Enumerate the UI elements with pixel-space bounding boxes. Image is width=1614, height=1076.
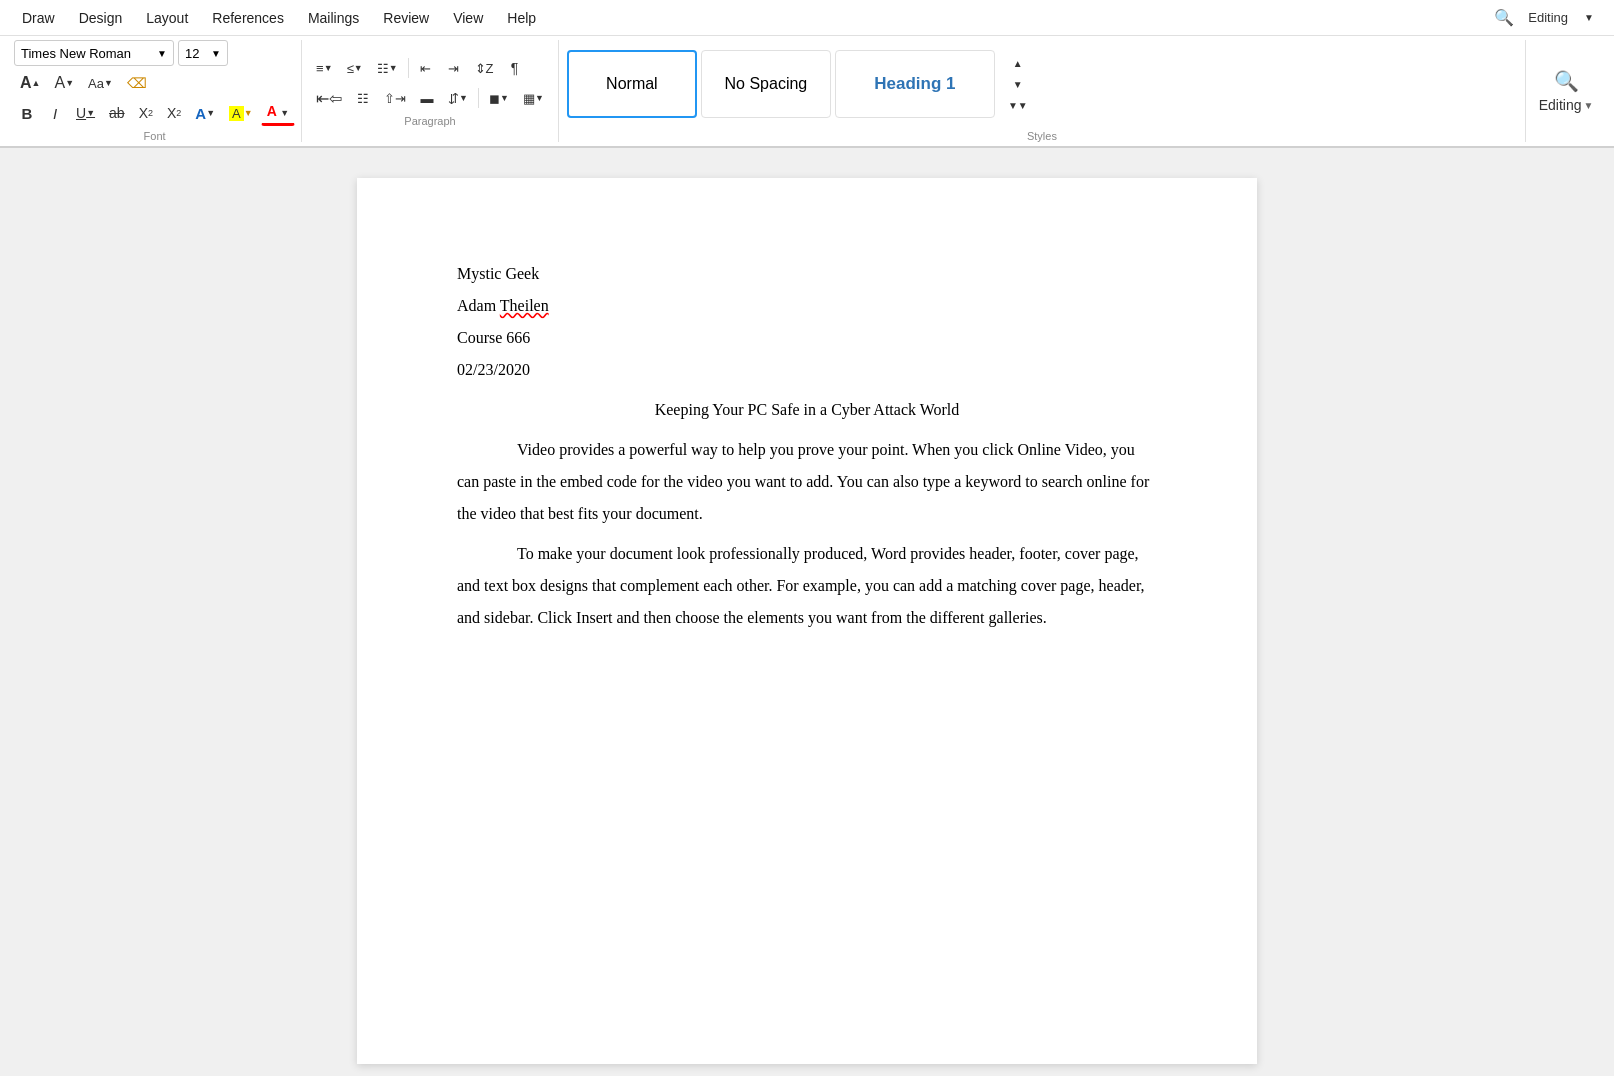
font-family-arrow: ▼ [157, 48, 167, 59]
menu-bar: Draw Design Layout References Mailings R… [0, 0, 1614, 36]
menu-view[interactable]: View [443, 6, 493, 30]
italic-button[interactable]: I [42, 100, 68, 126]
document-area: Mystic Geek Adam Theilen Course 666 02/2… [0, 148, 1614, 1076]
styles-group-label: Styles [567, 130, 1517, 142]
menu-design[interactable]: Design [69, 6, 133, 30]
highlight-color-button[interactable]: A ▼ [223, 100, 259, 126]
strikethrough-button[interactable]: ab [103, 100, 131, 126]
font-size-increase-btn[interactable]: A▲ [14, 70, 46, 96]
menu-draw[interactable]: Draw [12, 6, 65, 30]
search-button[interactable]: 🔍 [1488, 5, 1520, 31]
borders-btn[interactable]: ▦ ▼ [517, 85, 550, 111]
editing-toolbar-label[interactable]: Editing ▼ [1539, 97, 1594, 113]
increase-indent-btn[interactable]: ⇥ [441, 55, 467, 81]
unordered-list-btn[interactable]: ≡ ▼ [310, 55, 339, 81]
multilevel-list-btn[interactable]: ☷ ▼ [371, 55, 404, 81]
editing-dropdown[interactable]: ▼ [1576, 5, 1602, 31]
menu-mailings[interactable]: Mailings [298, 6, 369, 30]
author-line: Mystic Geek [457, 258, 1157, 290]
shading-btn[interactable]: ◼ ▼ [483, 85, 515, 111]
font-family-selector[interactable]: Times New Roman ▼ [14, 40, 174, 66]
ordered-list-btn[interactable]: ≤ ▼ [341, 55, 369, 81]
style-normal-label: Normal [606, 75, 658, 93]
subscript-button[interactable]: X2 [133, 100, 159, 126]
date-line: 02/23/2020 [457, 354, 1157, 386]
align-center-btn[interactable]: ☷ [350, 85, 376, 111]
align-right-btn[interactable]: ⇧⇥ [378, 85, 412, 111]
styles-scroll-up[interactable]: ▲ [1003, 54, 1033, 72]
menu-references[interactable]: References [202, 6, 294, 30]
line-spacing-btn[interactable]: ⇵ ▼ [442, 85, 474, 111]
underline-button[interactable]: U ▼ [70, 100, 101, 126]
menu-review[interactable]: Review [373, 6, 439, 30]
paragraph-group-label: Paragraph [310, 115, 550, 127]
show-formatting-btn[interactable]: ¶ [502, 55, 528, 81]
styles-scroll: ▲ ▼ ▼▼ [1003, 54, 1033, 114]
superscript-button[interactable]: X2 [161, 100, 187, 126]
paragraph-1: Video provides a powerful way to help yo… [457, 434, 1157, 530]
name-spellcheck: Theilen [500, 297, 549, 314]
text-color-red-button[interactable]: A ▼ [261, 100, 295, 126]
style-normal[interactable]: Normal [567, 50, 697, 118]
ribbon: Draw Design Layout References Mailings R… [0, 0, 1614, 148]
title-line: Keeping Your PC Safe in a Cyber Attack W… [457, 394, 1157, 426]
font-group-label: Font [14, 130, 295, 142]
page[interactable]: Mystic Geek Adam Theilen Course 666 02/2… [357, 178, 1257, 1064]
name-line: Adam Theilen [457, 290, 1157, 322]
change-case-btn[interactable]: Aa ▼ [82, 70, 119, 96]
style-heading1[interactable]: Heading 1 [835, 50, 995, 118]
clear-formatting-btn[interactable]: ⌫ [121, 70, 153, 96]
font-size-decrease-btn[interactable]: A▼ [48, 70, 80, 96]
justify-btn[interactable]: ▬ [414, 85, 440, 111]
font-size-selector[interactable]: 12 ▼ [178, 40, 228, 66]
bold-button[interactable]: B [14, 100, 40, 126]
font-color-button[interactable]: A ▼ [189, 100, 221, 126]
course-line: Course 666 [457, 322, 1157, 354]
style-no-spacing[interactable]: No Spacing [701, 50, 831, 118]
style-heading1-label: Heading 1 [874, 74, 955, 94]
font-size-value: 12 [185, 46, 211, 61]
sort-btn[interactable]: ⇕Z [469, 55, 500, 81]
styles-expand[interactable]: ▼▼ [1003, 96, 1033, 114]
editing-label[interactable]: Editing [1528, 10, 1568, 25]
menu-help[interactable]: Help [497, 6, 546, 30]
align-left-btn[interactable]: ⇤⇦ [310, 85, 348, 111]
style-no-spacing-label: No Spacing [725, 75, 808, 93]
paragraph-2: To make your document look professionall… [457, 538, 1157, 634]
styles-scroll-down[interactable]: ▼ [1003, 75, 1033, 93]
decrease-indent-btn[interactable]: ⇤ [413, 55, 439, 81]
font-family-value: Times New Roman [21, 46, 157, 61]
menu-layout[interactable]: Layout [136, 6, 198, 30]
